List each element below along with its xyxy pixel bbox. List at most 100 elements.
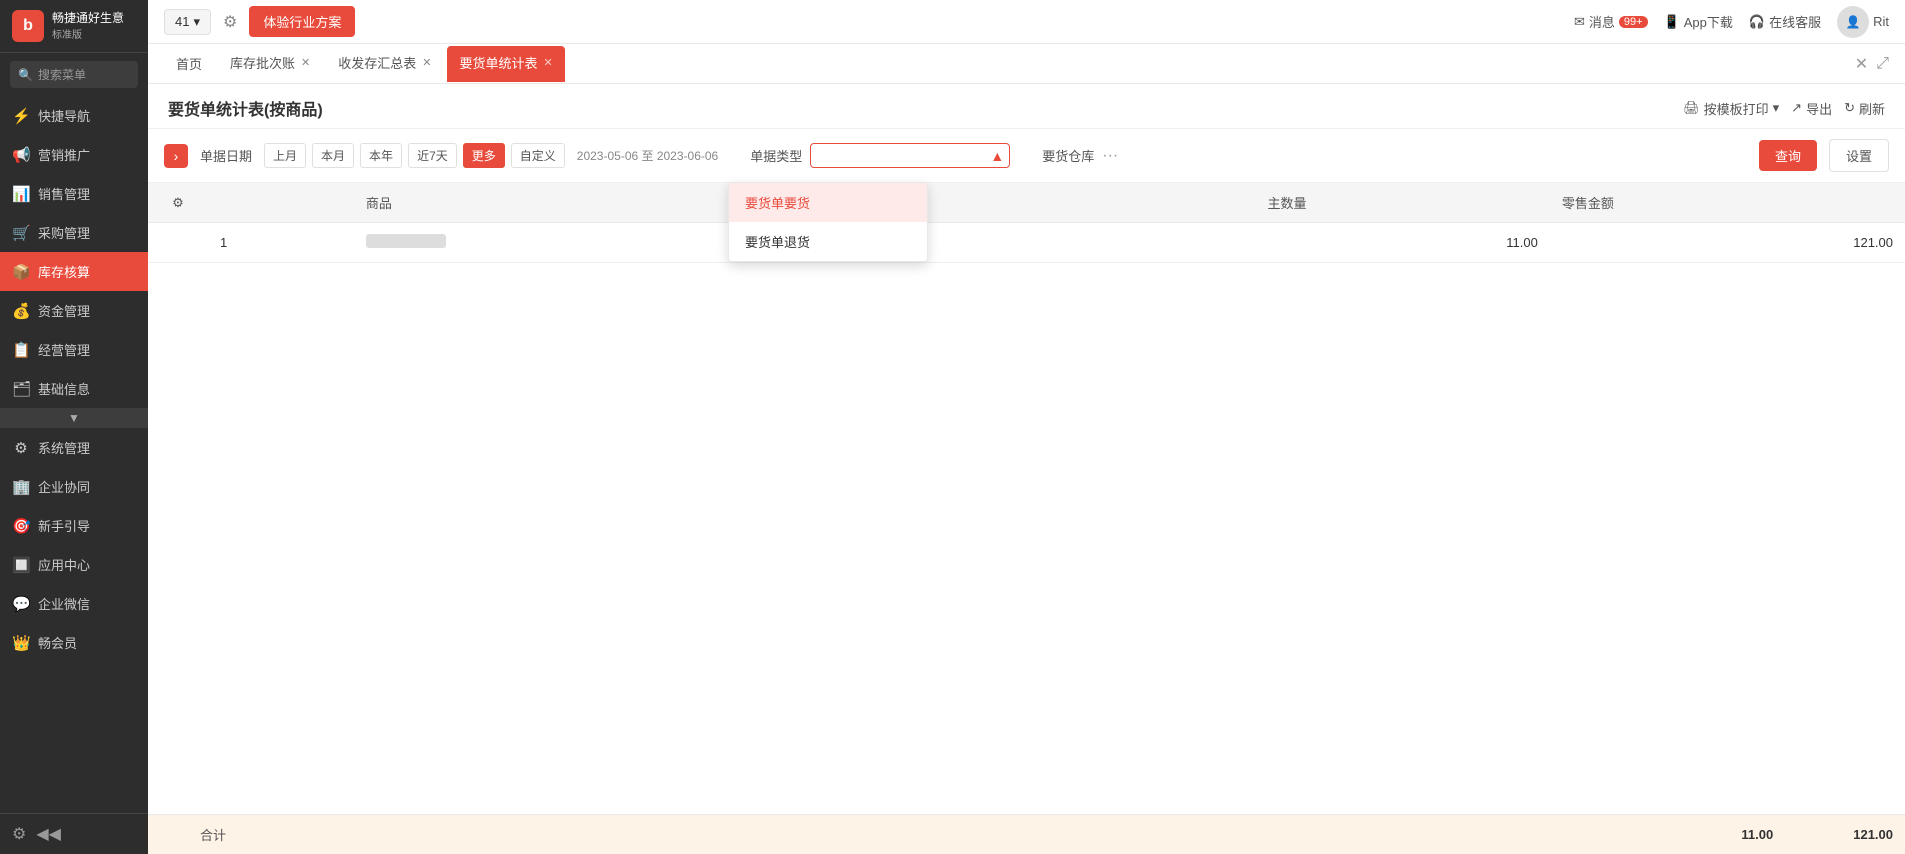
sidebar-scroll-down[interactable]: ▼	[0, 408, 148, 428]
inventory-icon: 📦	[12, 263, 30, 281]
tab-close-icon[interactable]: ✕	[544, 56, 553, 69]
main-content: 41 ▾ ⚙ 体验行业方案 ✉ 消息 99+ 📱 App下载 🎧 在线客服 👤 …	[148, 0, 1905, 854]
table-footer: 合计 11.00 121.00	[148, 814, 1905, 854]
tab-label: 要货单统计表	[459, 53, 537, 72]
expand-icon[interactable]: ⤢	[1876, 55, 1889, 73]
dropdown-item-order-goods[interactable]: 要货单要货	[729, 183, 927, 222]
refresh-button[interactable]: ↻ 刷新	[1844, 99, 1885, 118]
tabs-bar: 首页 库存批次账 ✕ 收发存汇总表 ✕ 要货单统计表 ✕ ✕ ⤢	[148, 44, 1905, 84]
refresh-label: 刷新	[1859, 99, 1885, 118]
sidebar-logo: b 畅捷通好生意 标准版	[0, 0, 148, 53]
app-download-button[interactable]: 📱 App下载	[1664, 12, 1733, 31]
date-year-btn[interactable]: 本年	[360, 143, 402, 168]
tab-close-icon[interactable]: ✕	[422, 56, 431, 69]
table-area: ⚙ 商品 主计量单位 主数量 零售金额 1	[148, 183, 1905, 814]
date-prev-month-btn[interactable]: 上月	[264, 143, 306, 168]
sidebar-item-operation[interactable]: 📋 经营管理	[0, 330, 148, 369]
messages-count: 99+	[1619, 16, 1648, 28]
gear-settings-icon[interactable]: ⚙	[223, 12, 237, 32]
tab-home[interactable]: 首页	[164, 46, 214, 82]
tab-receivable-summary[interactable]: 收发存汇总表 ✕	[326, 46, 443, 82]
query-button[interactable]: 查询	[1759, 140, 1817, 171]
sidebar-item-guide[interactable]: 🎯 新手引导	[0, 506, 148, 545]
chevron-right-icon: ›	[174, 148, 179, 164]
minimize-icon[interactable]: ✕	[1855, 54, 1868, 74]
sidebar-item-label: 快捷导航	[38, 106, 90, 125]
type-input-wrapper: ▲	[810, 143, 1010, 168]
dropdown-up-icon[interactable]: ▲	[990, 148, 1004, 164]
collapse-icon[interactable]: ◀◀	[36, 824, 61, 844]
sidebar-item-inventory[interactable]: 📦 库存核算	[0, 252, 148, 291]
date-more-btn[interactable]: 更多	[463, 143, 505, 168]
row-amount: 121.00	[1550, 223, 1905, 263]
message-icon: ✉	[1574, 14, 1585, 30]
print-template-button[interactable]: 🖨 按模板打印 ▾	[1683, 99, 1779, 118]
date-filter: 上月 本月 本年 近7天 更多 自定义	[264, 143, 565, 168]
filter-expand-button[interactable]: ›	[164, 144, 188, 168]
type-dropdown: 要货单要货 要货单退货	[728, 182, 928, 262]
search-icon: 🔍	[18, 68, 33, 82]
sidebar-item-label: 库存核算	[38, 262, 90, 281]
sidebar: b 畅捷通好生意 标准版 🔍 搜索菜单 ⚡ 快捷导航 📢 营销推广 📊 销售管理…	[0, 0, 148, 854]
operation-icon: 📋	[12, 341, 30, 359]
sidebar-item-label: 企业微信	[38, 594, 90, 613]
sidebar-item-enterprise[interactable]: 🏢 企业协同	[0, 467, 148, 506]
sidebar-item-wechat[interactable]: 💬 企业微信	[0, 584, 148, 623]
sidebar-item-finance[interactable]: 💰 资金管理	[0, 291, 148, 330]
print-icon: 🖨	[1683, 100, 1700, 116]
tab-close-icon[interactable]: ✕	[301, 56, 310, 69]
date-7days-btn[interactable]: 近7天	[408, 143, 457, 168]
export-button[interactable]: ↗ 导出	[1791, 99, 1832, 118]
date-custom-btn[interactable]: 自定义	[511, 143, 565, 168]
purchase-icon: 🛒	[12, 224, 30, 242]
page-header-actions: 🖨 按模板打印 ▾ ↗ 导出 ↻ 刷新	[1683, 99, 1885, 118]
online-service-button[interactable]: 🎧 在线客服	[1749, 12, 1821, 31]
sidebar-item-label: 营销推广	[38, 145, 90, 164]
tab-label: 收发存汇总表	[338, 53, 416, 72]
settings-icon[interactable]: ⚙	[12, 824, 26, 844]
type-input[interactable]	[810, 143, 1010, 168]
enterprise-icon: 🏢	[12, 478, 30, 496]
company-selector[interactable]: 41 ▾	[164, 9, 211, 35]
sidebar-item-vip[interactable]: 👑 畅会员	[0, 623, 148, 662]
wechat-icon: 💬	[12, 595, 30, 613]
app-logo-title: 畅捷通好生意	[52, 11, 124, 27]
tab-order-stats[interactable]: 要货单统计表 ✕	[447, 46, 564, 82]
table-header-row: ⚙ 商品 主计量单位 主数量 零售金额	[148, 183, 1905, 223]
page-title: 要货单统计表(按商品)	[168, 96, 323, 120]
warehouse-dots-icon[interactable]: ···	[1102, 147, 1118, 165]
seq-column-header	[208, 183, 354, 223]
sidebar-item-quick-nav[interactable]: ⚡ 快捷导航	[0, 96, 148, 135]
chevron-down-icon: ▾	[1773, 100, 1780, 116]
quick-nav-icon: ⚡	[12, 107, 30, 125]
sidebar-item-label: 应用中心	[38, 555, 90, 574]
row-seq: 1	[208, 223, 354, 263]
warehouse-section: 要货仓库 ···	[1042, 146, 1118, 165]
sidebar-item-label: 系统管理	[38, 438, 90, 457]
service-icon: 🎧	[1749, 14, 1765, 30]
user-name: Rit	[1873, 14, 1889, 29]
sidebar-search[interactable]: 🔍 搜索菜单	[10, 61, 138, 88]
date-cur-month-btn[interactable]: 本月	[312, 143, 354, 168]
gear-column-header[interactable]: ⚙	[148, 183, 208, 223]
app-download-label: App下载	[1684, 12, 1733, 31]
company-selector-value: 41	[175, 14, 189, 29]
tab-inventory-batch[interactable]: 库存批次账 ✕	[218, 46, 322, 82]
messages-button[interactable]: ✉ 消息 99+	[1574, 12, 1648, 31]
user-profile[interactable]: 👤 Rit	[1837, 6, 1889, 38]
set-button[interactable]: 设置	[1829, 139, 1889, 172]
type-label: 单据类型	[750, 146, 802, 165]
sidebar-item-basic[interactable]: 🗂 基础信息	[0, 369, 148, 408]
footer-amount: 121.00	[1853, 827, 1893, 842]
refresh-icon: ↻	[1844, 100, 1855, 116]
sidebar-item-marketing[interactable]: 📢 营销推广	[0, 135, 148, 174]
sidebar-item-appstore[interactable]: 🔲 应用中心	[0, 545, 148, 584]
dropdown-item-return-goods[interactable]: 要货单退货	[729, 222, 927, 261]
sidebar-item-sales[interactable]: 📊 销售管理	[0, 174, 148, 213]
sidebar-item-label: 销售管理	[38, 184, 90, 203]
row-gear	[148, 223, 208, 263]
sidebar-item-purchase[interactable]: 🛒 采购管理	[0, 213, 148, 252]
download-icon: 📱	[1664, 14, 1680, 30]
trial-industry-button[interactable]: 体验行业方案	[249, 6, 355, 37]
sidebar-item-system[interactable]: ⚙ 系统管理	[0, 428, 148, 467]
